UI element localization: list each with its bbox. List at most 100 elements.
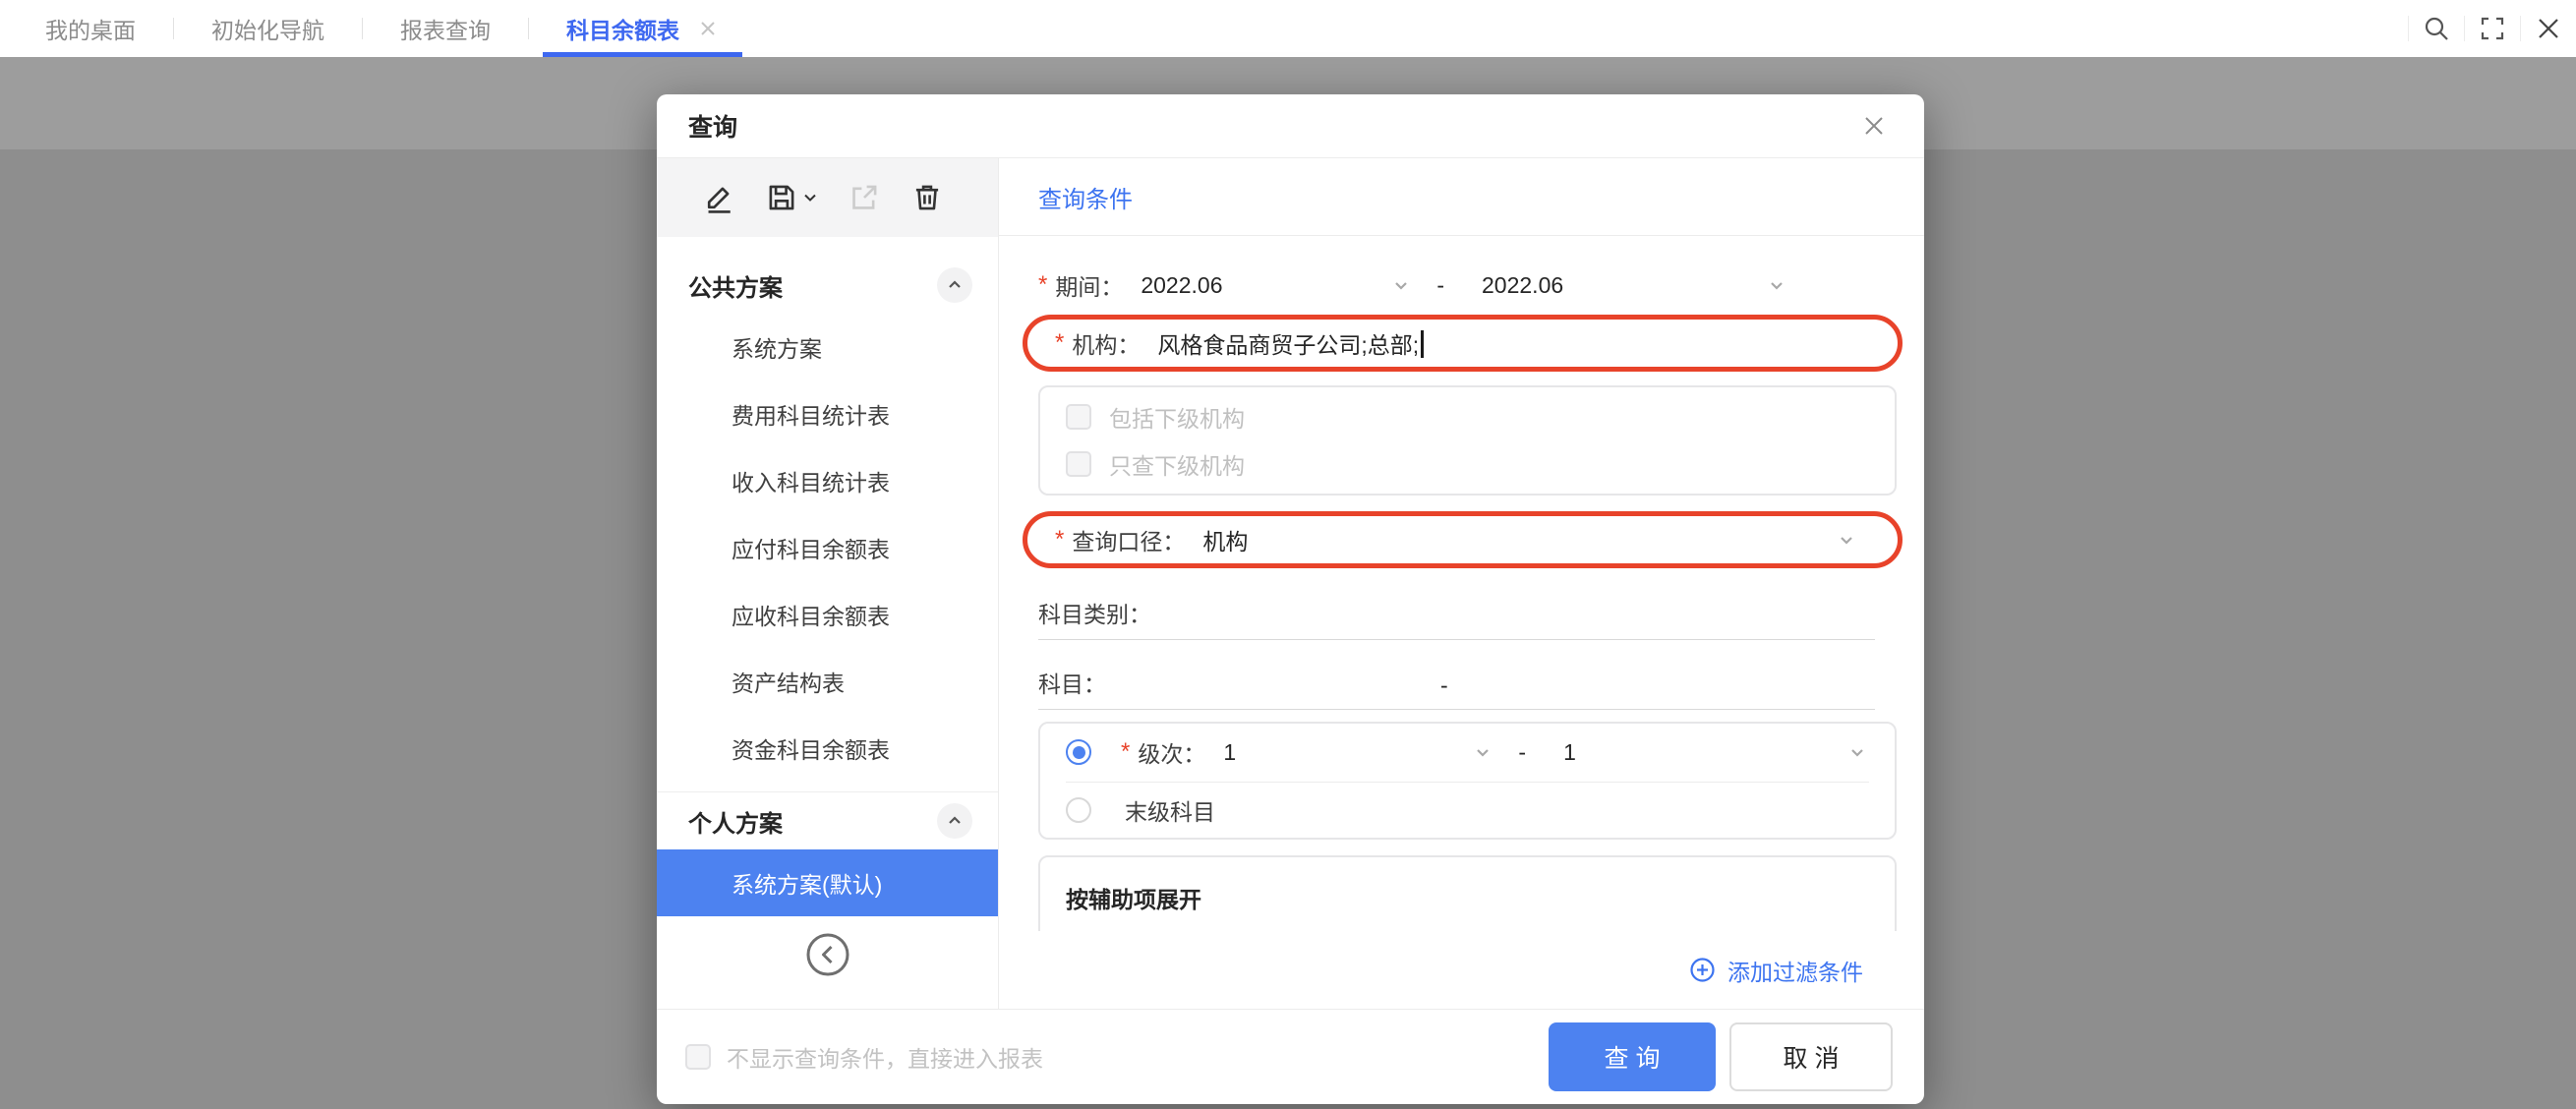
query-conditions-panel: 查询条件 * 期间： 2022.06 - 2022.06 xyxy=(999,158,1924,1009)
only-sub-org-option: 只查下级机构 xyxy=(1066,447,1869,481)
aux-expand-box: 按辅助项展开 部门 xyxy=(1038,855,1897,931)
checkbox-disabled xyxy=(685,1044,711,1070)
query-button[interactable]: 查 询 xyxy=(1549,1022,1716,1091)
level-radio-selected[interactable] xyxy=(1066,739,1091,765)
level-to-select[interactable]: 1 xyxy=(1546,739,1869,766)
tab-label: 初始化导航 xyxy=(211,12,324,45)
query-scope-select[interactable]: 机构 xyxy=(1202,523,1248,556)
range-dash: - xyxy=(1440,672,1448,699)
leaf-subject-radio[interactable] xyxy=(1066,797,1091,823)
tab-label: 科目余额表 xyxy=(566,12,679,45)
public-schemes-header[interactable]: 公共方案 xyxy=(657,257,998,314)
query-scope-row-highlight: * 查询口径： 机构 xyxy=(1023,511,1903,568)
dialog-title: 查询 xyxy=(688,108,737,144)
level-box: * 级次： 1 - 1 xyxy=(1038,722,1897,840)
period-to-select[interactable]: 2022.06 xyxy=(1464,272,1788,299)
scheme-sidebar: 公共方案 系统方案 费用科目统计表 收入科目统计表 应付科目余额表 应收科目余额… xyxy=(657,158,999,1009)
scheme-item-selected[interactable]: 系统方案(默认) xyxy=(657,849,998,916)
dialog-footer: 不显示查询条件，直接进入报表 查 询 取 消 xyxy=(657,1009,1924,1104)
window-controls xyxy=(2408,0,2576,57)
save-scheme-button[interactable] xyxy=(765,181,818,214)
group-label: 公共方案 xyxy=(688,268,783,303)
close-window-button[interactable] xyxy=(2521,0,2576,57)
leaf-subject-option-row: 末级科目 xyxy=(1066,783,1869,838)
trash-icon xyxy=(910,181,944,214)
chevron-left-circle-icon xyxy=(805,932,850,977)
dialog-body: 公共方案 系统方案 费用科目统计表 收入科目统计表 应付科目余额表 应收科目余额… xyxy=(657,158,1924,1009)
required-star: * xyxy=(1121,738,1130,766)
level-label: 级次： xyxy=(1138,735,1205,769)
required-star: * xyxy=(1055,526,1064,554)
export-scheme-button xyxy=(848,181,881,214)
delete-scheme-button[interactable] xyxy=(910,181,944,214)
include-sub-org-option: 包括下级机构 xyxy=(1066,400,1869,434)
fullscreen-button[interactable] xyxy=(2465,0,2520,57)
dialog-header: 查询 xyxy=(657,94,1924,158)
tab-label: 我的桌面 xyxy=(45,12,136,45)
section-title: 查询条件 xyxy=(999,158,1924,236)
level-option-row: * 级次： 1 - 1 xyxy=(1066,724,1869,782)
collapse-group-button[interactable] xyxy=(937,267,972,303)
aux-expand-title: 按辅助项展开 xyxy=(1066,881,1869,914)
text-caret xyxy=(1421,330,1424,358)
scheme-item[interactable]: 系统方案 xyxy=(657,314,998,380)
add-filter-link[interactable]: 添加过滤条件 xyxy=(1689,954,1863,987)
period-row: * 期间： 2022.06 - 2022.06 xyxy=(1038,258,1897,313)
tab-label: 报表查询 xyxy=(400,12,491,45)
period-label: 期间： xyxy=(1055,268,1123,302)
checkbox-disabled xyxy=(1066,451,1091,477)
chevron-up-icon xyxy=(946,276,964,294)
add-filter-row: 添加过滤条件 xyxy=(999,931,1924,1009)
scheme-item[interactable]: 资金科目余额表 xyxy=(657,715,998,782)
leaf-subject-label: 末级科目 xyxy=(1125,793,1215,827)
scheme-item[interactable]: 应付科目余额表 xyxy=(657,514,998,581)
scheme-item[interactable]: 收入科目统计表 xyxy=(657,447,998,514)
tab-bar: 我的桌面 初始化导航 报表查询 科目余额表 xyxy=(0,0,2576,57)
level-from-select[interactable]: 1 xyxy=(1205,739,1494,766)
required-star: * xyxy=(1038,271,1047,299)
search-button[interactable] xyxy=(2409,0,2464,57)
range-dash: - xyxy=(1518,739,1526,766)
chevron-down-icon xyxy=(802,190,818,205)
period-from-select[interactable]: 2022.06 xyxy=(1123,272,1413,299)
subject-category-row[interactable]: 科目类别： xyxy=(1038,576,1875,640)
dialog-close-button[interactable] xyxy=(1861,113,1887,139)
skip-conditions-label: 不显示查询条件，直接进入报表 xyxy=(727,1040,1043,1074)
personal-schemes-header[interactable]: 个人方案 xyxy=(657,792,998,849)
tab-close-icon[interactable] xyxy=(697,18,719,39)
scheme-item[interactable]: 应收科目余额表 xyxy=(657,581,998,648)
chevron-down-icon xyxy=(1845,740,1869,764)
scheme-item[interactable]: 费用科目统计表 xyxy=(657,380,998,447)
tab-my-desktop[interactable]: 我的桌面 xyxy=(8,0,173,57)
collapse-sidebar-button[interactable] xyxy=(805,932,850,977)
edit-scheme-button[interactable] xyxy=(702,181,735,214)
subject-label: 科目： xyxy=(1038,666,1106,699)
required-star: * xyxy=(1055,329,1064,357)
plus-circle-icon xyxy=(1689,957,1716,983)
footer-buttons: 查 询 取 消 xyxy=(1549,1022,1893,1091)
close-icon xyxy=(1861,113,1887,139)
cancel-button[interactable]: 取 消 xyxy=(1729,1022,1893,1091)
skip-conditions-option: 不显示查询条件，直接进入报表 xyxy=(685,1040,1043,1074)
query-dialog: 查询 xyxy=(657,94,1924,1104)
subject-row[interactable]: 科目： - xyxy=(1038,646,1875,710)
tab-report-query[interactable]: 报表查询 xyxy=(363,0,528,57)
export-icon xyxy=(848,181,881,214)
org-row-highlight: * 机构： 风格食品商贸子公司;总部; xyxy=(1023,315,1903,372)
collapse-group-button[interactable] xyxy=(937,803,972,839)
chevron-up-icon xyxy=(946,812,964,830)
save-icon xyxy=(765,181,798,214)
tab-account-balance-table[interactable]: 科目余额表 xyxy=(529,0,756,57)
group-label: 个人方案 xyxy=(688,804,783,839)
subject-category-label: 科目类别： xyxy=(1038,596,1151,629)
tab-list: 我的桌面 初始化导航 报表查询 科目余额表 xyxy=(0,0,756,57)
tab-init-navigation[interactable]: 初始化导航 xyxy=(174,0,362,57)
chevron-down-icon xyxy=(1471,740,1494,764)
close-icon xyxy=(2535,15,2562,42)
scheme-item[interactable]: 资产结构表 xyxy=(657,648,998,715)
query-scope-select-arrow[interactable] xyxy=(1835,528,1858,552)
org-options-box: 包括下级机构 只查下级机构 xyxy=(1038,385,1897,496)
chevron-down-icon xyxy=(1835,528,1858,552)
org-input[interactable]: 风格食品商贸子公司;总部; xyxy=(1157,326,1424,360)
search-icon xyxy=(2422,14,2451,43)
